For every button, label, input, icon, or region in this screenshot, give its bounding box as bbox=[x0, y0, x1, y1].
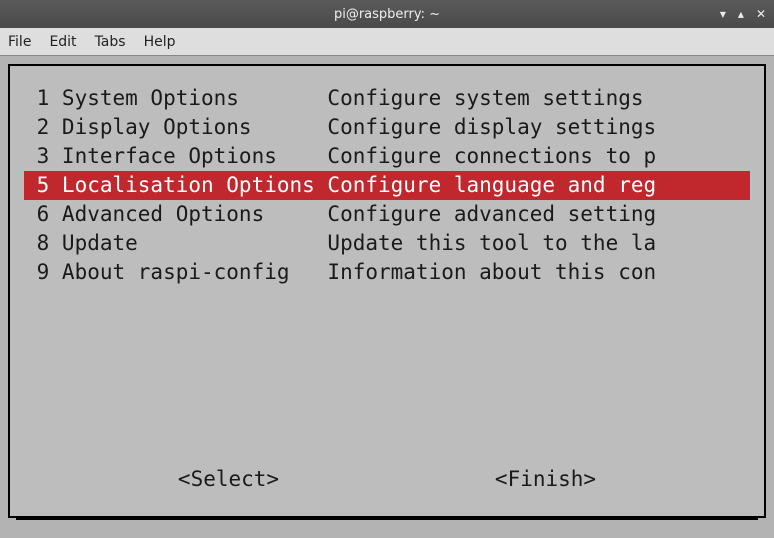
raspi-config-box: 1System OptionsConfigure system settings… bbox=[8, 64, 766, 518]
config-menu-item[interactable]: 1System OptionsConfigure system settings bbox=[24, 84, 750, 113]
close-icon[interactable]: ✕ bbox=[756, 7, 766, 21]
menu-item-description: Configure advanced setting bbox=[327, 200, 656, 229]
menu-item-number: 3 bbox=[24, 142, 49, 171]
menu-item-description: Configure language and reg bbox=[327, 171, 656, 200]
menu-item-number: 1 bbox=[24, 84, 49, 113]
menu-item-number: 8 bbox=[24, 229, 49, 258]
menu-item-label: Localisation Options bbox=[49, 171, 327, 200]
menu-edit[interactable]: Edit bbox=[49, 34, 76, 50]
config-menu-item[interactable]: 2Display OptionsConfigure display settin… bbox=[24, 113, 750, 142]
menu-item-number: 2 bbox=[24, 113, 49, 142]
menu-item-label: Update bbox=[49, 229, 327, 258]
config-menu-item[interactable]: 8UpdateUpdate this tool to the la bbox=[24, 229, 750, 258]
menubar: File Edit Tabs Help bbox=[0, 28, 774, 56]
select-button[interactable]: <Select> bbox=[178, 465, 279, 494]
bottom-frame-border bbox=[16, 518, 758, 524]
menu-item-number: 5 bbox=[24, 171, 49, 200]
menu-item-label: About raspi-config bbox=[49, 258, 327, 287]
menu-item-label: Advanced Options bbox=[49, 200, 327, 229]
menu-help[interactable]: Help bbox=[144, 34, 176, 50]
config-buttons-row: <Select> <Finish> bbox=[10, 465, 764, 494]
window-controls: ▾ ▴ ✕ bbox=[720, 7, 766, 21]
finish-button[interactable]: <Finish> bbox=[495, 465, 596, 494]
menu-item-description: Information about this con bbox=[327, 258, 656, 287]
menu-item-description: Configure display settings bbox=[327, 113, 656, 142]
menu-item-number: 6 bbox=[24, 200, 49, 229]
window-title: pi@raspberry: ~ bbox=[334, 7, 440, 22]
menu-item-label: Display Options bbox=[49, 113, 327, 142]
menu-item-label: Interface Options bbox=[49, 142, 327, 171]
config-menu-item[interactable]: 6Advanced OptionsConfigure advanced sett… bbox=[24, 200, 750, 229]
config-menu-list: 1System OptionsConfigure system settings… bbox=[24, 84, 750, 287]
window-titlebar: pi@raspberry: ~ ▾ ▴ ✕ bbox=[0, 0, 774, 28]
menu-item-description: Update this tool to the la bbox=[327, 229, 656, 258]
menu-tabs[interactable]: Tabs bbox=[95, 34, 126, 50]
menu-item-label: System Options bbox=[49, 84, 327, 113]
config-menu-item[interactable]: 5Localisation OptionsConfigure language … bbox=[24, 171, 750, 200]
terminal-area: 1System OptionsConfigure system settings… bbox=[0, 56, 774, 538]
maximize-icon[interactable]: ▴ bbox=[738, 7, 744, 21]
config-menu-item[interactable]: 9About raspi-configInformation about thi… bbox=[24, 258, 750, 287]
menu-file[interactable]: File bbox=[8, 34, 31, 50]
minimize-icon[interactable]: ▾ bbox=[720, 7, 726, 21]
menu-item-number: 9 bbox=[24, 258, 49, 287]
config-menu-item[interactable]: 3Interface OptionsConfigure connections … bbox=[24, 142, 750, 171]
menu-item-description: Configure connections to p bbox=[327, 142, 656, 171]
menu-item-description: Configure system settings bbox=[327, 84, 643, 113]
